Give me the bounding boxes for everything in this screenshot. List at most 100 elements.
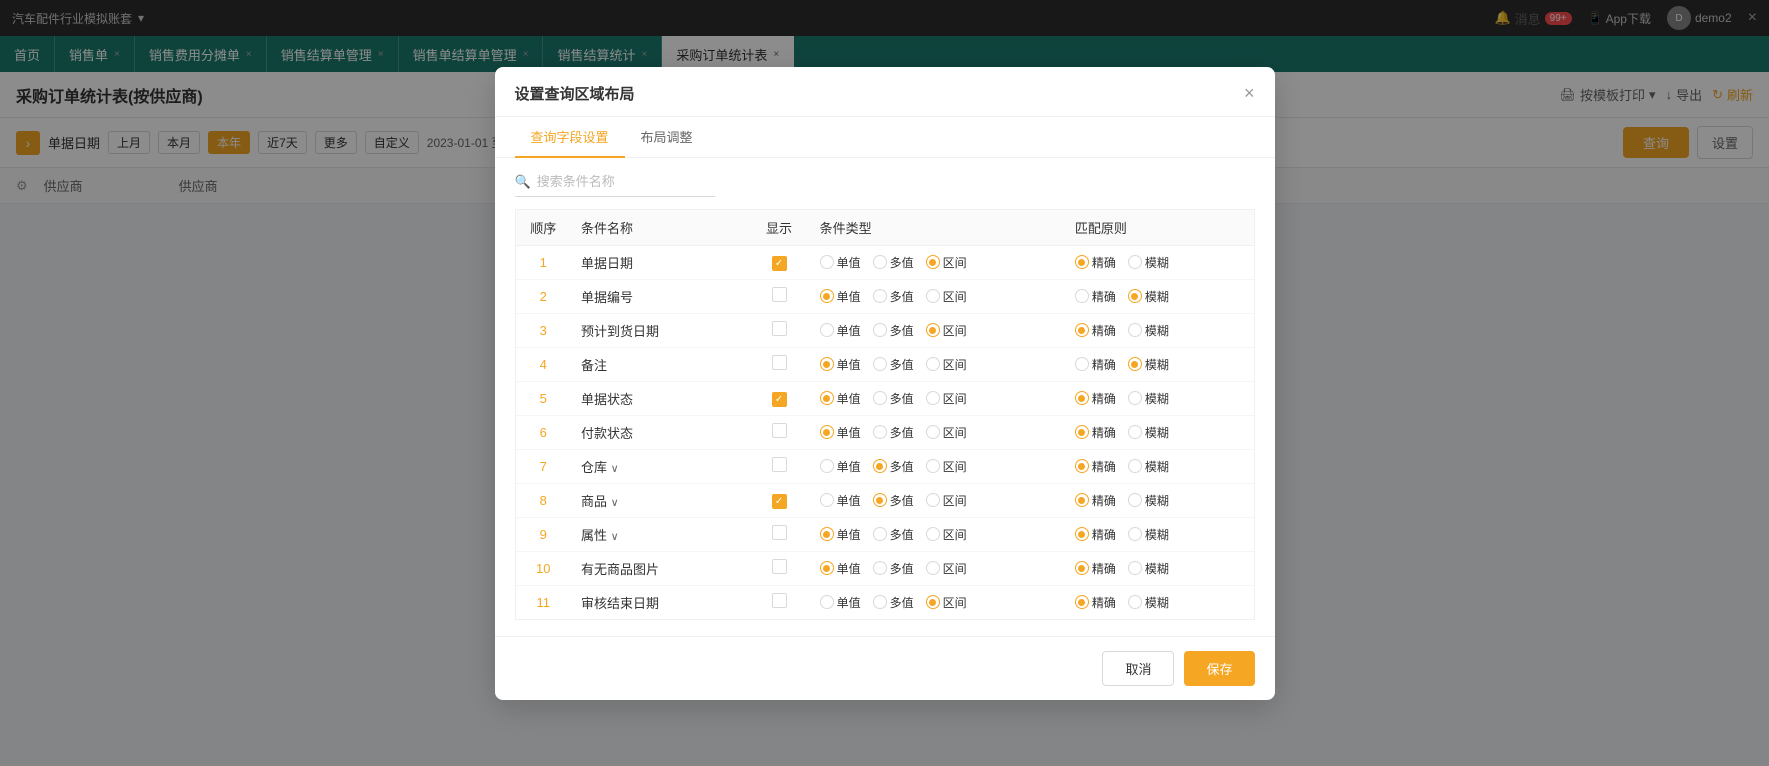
radio-type-单值[interactable]: 单值 <box>820 594 861 611</box>
row-display-checkbox[interactable] <box>749 415 810 449</box>
modal-tab-layout[interactable]: 布局调整 <box>625 117 709 158</box>
modal-overlay[interactable]: 设置查询区域布局 × 查询字段设置 布局调整 🔍 顺序 条件名称 <box>0 0 1769 766</box>
checkbox[interactable] <box>772 355 787 370</box>
radio-match-模糊[interactable]: 模糊 <box>1128 458 1169 475</box>
radio-type-单值[interactable]: 单值 <box>820 254 861 271</box>
radio-type-区间[interactable]: 区间 <box>926 288 967 305</box>
radio-type-多值[interactable]: 多值 <box>873 458 914 475</box>
radio-match-精确[interactable]: 精确 <box>1075 594 1116 611</box>
radio-match-精确[interactable]: 精确 <box>1075 288 1116 305</box>
checkbox[interactable] <box>772 494 787 509</box>
radio-type-单值[interactable]: 单值 <box>820 356 861 373</box>
row-display-checkbox[interactable] <box>749 347 810 381</box>
checkbox[interactable] <box>772 287 787 302</box>
radio-type-多值[interactable]: 多值 <box>873 594 914 611</box>
dropdown-icon: ∨ <box>611 531 619 543</box>
radio-match-模糊[interactable]: 模糊 <box>1128 424 1169 441</box>
row-type-radio-group: 单值多值区间 <box>810 415 1065 449</box>
row-display-checkbox[interactable] <box>749 551 810 585</box>
checkbox[interactable] <box>772 559 787 574</box>
save-button[interactable]: 保存 <box>1184 651 1254 686</box>
radio-dot <box>1075 357 1089 371</box>
table-row: 8商品 ∨单值多值区间精确模糊 <box>516 483 1254 517</box>
radio-match-精确[interactable]: 精确 <box>1075 492 1116 509</box>
radio-match-精确[interactable]: 精确 <box>1075 322 1116 339</box>
radio-type-单值[interactable]: 单值 <box>820 322 861 339</box>
radio-match-精确[interactable]: 精确 <box>1075 560 1116 577</box>
row-type-radio-group: 单值多值区间 <box>810 517 1065 551</box>
row-order: 10 <box>516 551 571 585</box>
row-display-checkbox[interactable] <box>749 279 810 313</box>
radio-match-精确[interactable]: 精确 <box>1075 254 1116 271</box>
radio-type-区间[interactable]: 区间 <box>926 560 967 577</box>
radio-match-模糊[interactable]: 模糊 <box>1128 560 1169 577</box>
radio-type-单值[interactable]: 单值 <box>820 288 861 305</box>
radio-type-区间[interactable]: 区间 <box>926 254 967 271</box>
radio-type-多值[interactable]: 多值 <box>873 322 914 339</box>
search-input[interactable] <box>537 174 715 189</box>
checkbox[interactable] <box>772 256 787 271</box>
radio-type-多值[interactable]: 多值 <box>873 288 914 305</box>
radio-type-多值[interactable]: 多值 <box>873 356 914 373</box>
radio-dot <box>1075 527 1089 541</box>
radio-type-区间[interactable]: 区间 <box>926 322 967 339</box>
row-match-radio-group: 精确模糊 <box>1065 381 1254 415</box>
radio-match-模糊[interactable]: 模糊 <box>1128 390 1169 407</box>
radio-match-精确[interactable]: 精确 <box>1075 390 1116 407</box>
dropdown-icon: ∨ <box>611 497 619 509</box>
radio-type-多值[interactable]: 多值 <box>873 526 914 543</box>
row-display-checkbox[interactable] <box>749 449 810 483</box>
radio-type-多值[interactable]: 多值 <box>873 424 914 441</box>
row-match-radio-group: 精确模糊 <box>1065 551 1254 585</box>
radio-dot <box>820 323 834 337</box>
row-display-checkbox[interactable] <box>749 517 810 551</box>
radio-match-模糊[interactable]: 模糊 <box>1128 594 1169 611</box>
radio-type-单值[interactable]: 单值 <box>820 526 861 543</box>
radio-type-区间[interactable]: 区间 <box>926 492 967 509</box>
radio-type-区间[interactable]: 区间 <box>926 458 967 475</box>
radio-match-模糊[interactable]: 模糊 <box>1128 322 1169 339</box>
row-display-checkbox[interactable] <box>749 245 810 279</box>
radio-type-区间[interactable]: 区间 <box>926 594 967 611</box>
radio-match-模糊[interactable]: 模糊 <box>1128 254 1169 271</box>
radio-type-单值[interactable]: 单值 <box>820 424 861 441</box>
radio-type-区间[interactable]: 区间 <box>926 390 967 407</box>
radio-type-多值[interactable]: 多值 <box>873 254 914 271</box>
radio-type-单值[interactable]: 单值 <box>820 492 861 509</box>
checkbox[interactable] <box>772 457 787 472</box>
cancel-button[interactable]: 取消 <box>1102 651 1174 686</box>
radio-type-多值[interactable]: 多值 <box>873 390 914 407</box>
checkbox[interactable] <box>772 593 787 608</box>
radio-type-多值[interactable]: 多值 <box>873 560 914 577</box>
radio-type-区间[interactable]: 区间 <box>926 526 967 543</box>
row-display-checkbox[interactable] <box>749 313 810 347</box>
checkbox[interactable] <box>772 321 787 336</box>
radio-dot <box>1128 425 1142 439</box>
row-display-checkbox[interactable] <box>749 483 810 517</box>
radio-match-精确[interactable]: 精确 <box>1075 526 1116 543</box>
radio-match-精确[interactable]: 精确 <box>1075 356 1116 373</box>
checkbox[interactable] <box>772 525 787 540</box>
row-type-radio-group: 单值多值区间 <box>810 381 1065 415</box>
row-display-checkbox[interactable] <box>749 381 810 415</box>
radio-match-模糊[interactable]: 模糊 <box>1128 288 1169 305</box>
radio-match-模糊[interactable]: 模糊 <box>1128 356 1169 373</box>
radio-type-区间[interactable]: 区间 <box>926 356 967 373</box>
row-display-checkbox[interactable] <box>749 585 810 619</box>
radio-match-模糊[interactable]: 模糊 <box>1128 492 1169 509</box>
modal-close-button[interactable]: × <box>1244 84 1255 102</box>
radio-type-单值[interactable]: 单值 <box>820 458 861 475</box>
row-type-radio-group: 单值多值区间 <box>810 551 1065 585</box>
radio-dot <box>873 595 887 609</box>
modal-tab-query-fields[interactable]: 查询字段设置 <box>515 117 625 158</box>
radio-match-精确[interactable]: 精确 <box>1075 424 1116 441</box>
radio-type-多值[interactable]: 多值 <box>873 492 914 509</box>
radio-match-精确[interactable]: 精确 <box>1075 458 1116 475</box>
radio-type-区间[interactable]: 区间 <box>926 424 967 441</box>
radio-match-模糊[interactable]: 模糊 <box>1128 526 1169 543</box>
checkbox[interactable] <box>772 392 787 407</box>
checkbox[interactable] <box>772 423 787 438</box>
radio-type-单值[interactable]: 单值 <box>820 560 861 577</box>
radio-dot <box>1075 493 1089 507</box>
radio-type-单值[interactable]: 单值 <box>820 390 861 407</box>
